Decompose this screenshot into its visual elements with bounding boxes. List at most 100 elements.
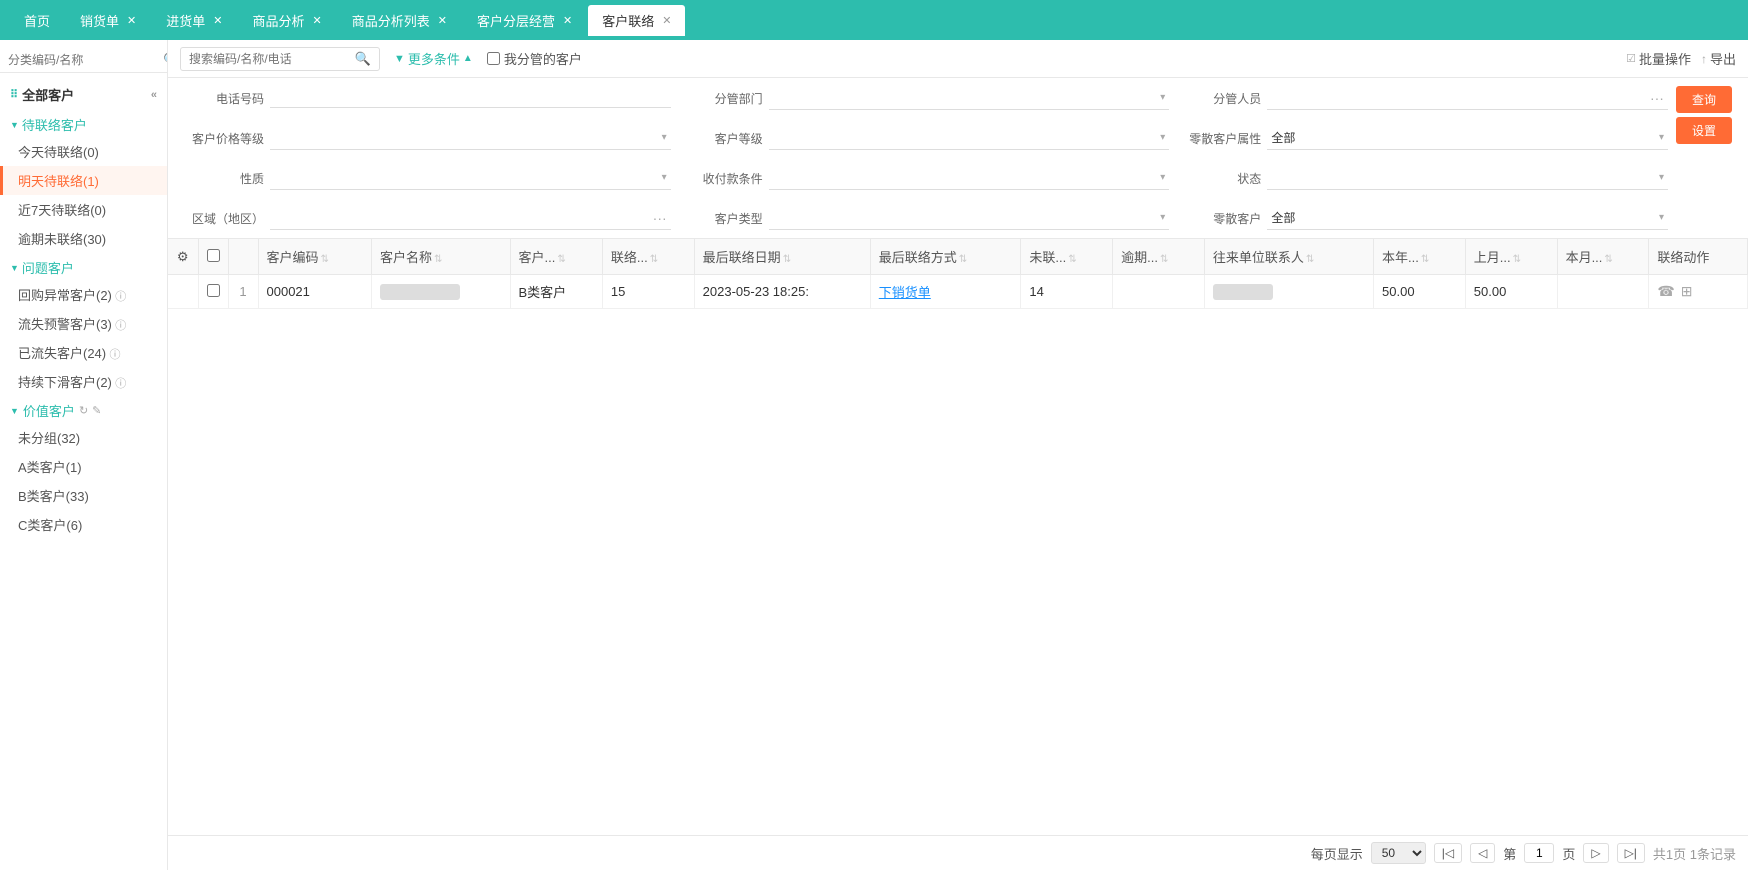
filter-region-select[interactable]: ··· (270, 206, 671, 230)
close-icon[interactable]: ✕ (662, 14, 671, 27)
close-icon[interactable]: ✕ (127, 14, 136, 27)
nav-customer-stratification[interactable]: 客户分层经营 ✕ (463, 5, 586, 36)
sidebar-group-problem[interactable]: 问题客户 (0, 253, 167, 280)
sort-icon[interactable]: ⇅ (1513, 254, 1521, 265)
sidebar-item-declining[interactable]: 持续下滑客户(2) ⓘ (0, 367, 167, 396)
prev-page-btn[interactable]: ◁ (1470, 843, 1495, 863)
next-page-btn[interactable]: ▷ (1583, 843, 1608, 863)
row-select-checkbox[interactable] (207, 284, 220, 297)
sidebar-item-lost[interactable]: 已流失客户(24) ⓘ (0, 338, 167, 367)
sort-icon[interactable]: ⇅ (557, 254, 565, 265)
nav-home[interactable]: 首页 (10, 5, 64, 36)
sidebar-item-overdue[interactable]: 逾期未联络(30) (0, 224, 167, 253)
filter-customer-grade-select[interactable]: ▾ (769, 126, 1170, 150)
filter-person-select[interactable]: ··· (1267, 86, 1668, 110)
sidebar-group-value[interactable]: 价值客户 ↻ ✎ (0, 396, 167, 423)
sort-icon[interactable]: ⇅ (321, 254, 329, 265)
filter-price-grade-select[interactable]: ▾ (270, 126, 671, 150)
row-type: B类客户 (510, 275, 602, 309)
filter-customer-grade-field: 客户等级 ▾ (683, 126, 1170, 150)
nav-product-analysis-list[interactable]: 商品分析列表 ✕ (338, 5, 461, 36)
sidebar-item-abnormal[interactable]: 回购异常客户(2) ⓘ (0, 280, 167, 309)
my-customers-checkbox-label[interactable]: 我分管的客户 (487, 49, 582, 68)
unit-contact-blurred (1213, 284, 1273, 300)
sort-icon[interactable]: ⇅ (1160, 254, 1168, 265)
more-conditions-btn[interactable]: ▼ 更多条件 ▲ (388, 46, 479, 71)
sidebar-item-class-a[interactable]: A类客户(1) (0, 452, 167, 481)
sort-icon[interactable]: ⇅ (1068, 254, 1076, 265)
sort-icon[interactable]: ⇅ (650, 254, 658, 265)
filter-region-label: 区域（地区） (184, 210, 264, 227)
batch-op-btn[interactable]: ☑ 批量操作 (1626, 49, 1691, 68)
sort-icon[interactable]: ⇅ (1306, 254, 1314, 265)
sidebar-search-input[interactable] (8, 53, 163, 67)
page-input[interactable] (1524, 843, 1554, 863)
row-num: 1 (228, 275, 258, 309)
table-header-code: 客户编码⇅ (258, 239, 371, 275)
row-gear (168, 275, 198, 309)
filter-nature-select[interactable]: ▾ (270, 166, 671, 190)
sort-icon[interactable]: ⇅ (1604, 254, 1612, 265)
filter-status-field: 状态 ▾ (1181, 166, 1668, 190)
content-area: 🔍 ▼ 更多条件 ▲ 我分管的客户 ☑ 批量操作 ↑ 导出 (168, 40, 1748, 870)
filter-customer-type-field: 客户类型 ▾ (683, 206, 1170, 230)
table-header-action: 联络动作 (1649, 239, 1748, 275)
row-checkbox[interactable] (198, 275, 228, 309)
close-icon[interactable]: ✕ (313, 14, 322, 27)
sidebar-group-pending[interactable]: 待联络客户 (0, 110, 167, 137)
filter-retail-attr-select[interactable]: 全部 ▾ (1267, 126, 1668, 150)
sort-icon[interactable]: ⇅ (434, 254, 442, 265)
filter-price-grade-label: 客户价格等级 (184, 130, 264, 147)
sort-icon[interactable]: ⇅ (1421, 254, 1429, 265)
export-btn[interactable]: ↑ 导出 (1701, 49, 1736, 68)
table-header-checkbox[interactable] (198, 239, 228, 275)
sidebar-all-customers[interactable]: ⠿ 全部客户 « (0, 79, 167, 110)
filter-status-select[interactable]: ▾ (1267, 166, 1668, 190)
nav-customer-contact[interactable]: 客户联络 ✕ (588, 5, 685, 36)
filter-customer-type-select[interactable]: ▾ (769, 206, 1170, 230)
first-page-btn[interactable]: |◁ (1434, 843, 1462, 863)
grid-icon[interactable]: ⊞ (1681, 283, 1693, 300)
filter-customer-type-label: 客户类型 (683, 210, 763, 227)
last-method-link[interactable]: 下销货单 (879, 285, 931, 300)
filter-phone-label: 电话号码 (184, 90, 264, 107)
sidebar-item-lost-warning[interactable]: 流失预警客户(3) ⓘ (0, 309, 167, 338)
filter-search-icon[interactable]: 🔍 (355, 51, 371, 67)
filter-phone-input[interactable] (270, 89, 671, 108)
select-all-checkbox[interactable] (207, 249, 220, 262)
filter-retail-select[interactable]: 全部 ▾ (1267, 206, 1668, 230)
table-header-last-date: 最后联络日期⇅ (694, 239, 870, 275)
filter-search-input[interactable] (189, 52, 355, 66)
footer: 每页显示 50 100 200 |◁ ◁ 第 页 ▷ ▷| 共1页 1条记录 (168, 835, 1748, 870)
last-page-btn[interactable]: ▷| (1617, 843, 1645, 863)
nav-purchase-order[interactable]: 进货单 ✕ (152, 5, 236, 36)
close-icon[interactable]: ✕ (563, 14, 572, 27)
my-customers-checkbox[interactable] (487, 52, 500, 65)
sort-icon[interactable]: ⇅ (783, 254, 791, 265)
per-page-label: 每页显示 (1311, 844, 1363, 863)
filter-dept-select[interactable]: ▾ (769, 86, 1170, 110)
close-icon[interactable]: ✕ (438, 14, 447, 27)
sidebar-item-tomorrow[interactable]: 明天待联络(1) (0, 166, 167, 195)
collapse-icon[interactable]: « (151, 89, 157, 101)
query-button[interactable]: 查询 (1676, 86, 1732, 113)
per-page-select[interactable]: 50 100 200 (1371, 842, 1426, 864)
filter-payment-select[interactable]: ▾ (769, 166, 1170, 190)
action-icons: ☎ ⊞ (1657, 283, 1739, 300)
sidebar-item-class-b[interactable]: B类客户(33) (0, 481, 167, 510)
nav-product-analysis[interactable]: 商品分析 ✕ (238, 5, 335, 36)
table-header-gear[interactable]: ⚙ (168, 239, 198, 275)
sidebar-item-7days[interactable]: 近7天待联络(0) (0, 195, 167, 224)
sidebar-item-class-c[interactable]: C类客户(6) (0, 510, 167, 539)
sidebar-item-ungrouped[interactable]: 未分组(32) (0, 423, 167, 452)
settings-button[interactable]: 设置 (1676, 117, 1732, 144)
close-icon[interactable]: ✕ (213, 14, 222, 27)
sort-icon[interactable]: ⇅ (959, 254, 967, 265)
nav-sales-order[interactable]: 销货单 ✕ (66, 5, 150, 36)
ellipsis-icon[interactable]: ··· (1650, 90, 1664, 106)
filter-phone-field: 电话号码 (184, 89, 671, 108)
row-last-method[interactable]: 下销货单 (870, 275, 1021, 309)
ellipsis-icon[interactable]: ··· (653, 210, 667, 226)
phone-icon[interactable]: ☎ (1657, 283, 1674, 300)
sidebar-item-today[interactable]: 今天待联络(0) (0, 137, 167, 166)
